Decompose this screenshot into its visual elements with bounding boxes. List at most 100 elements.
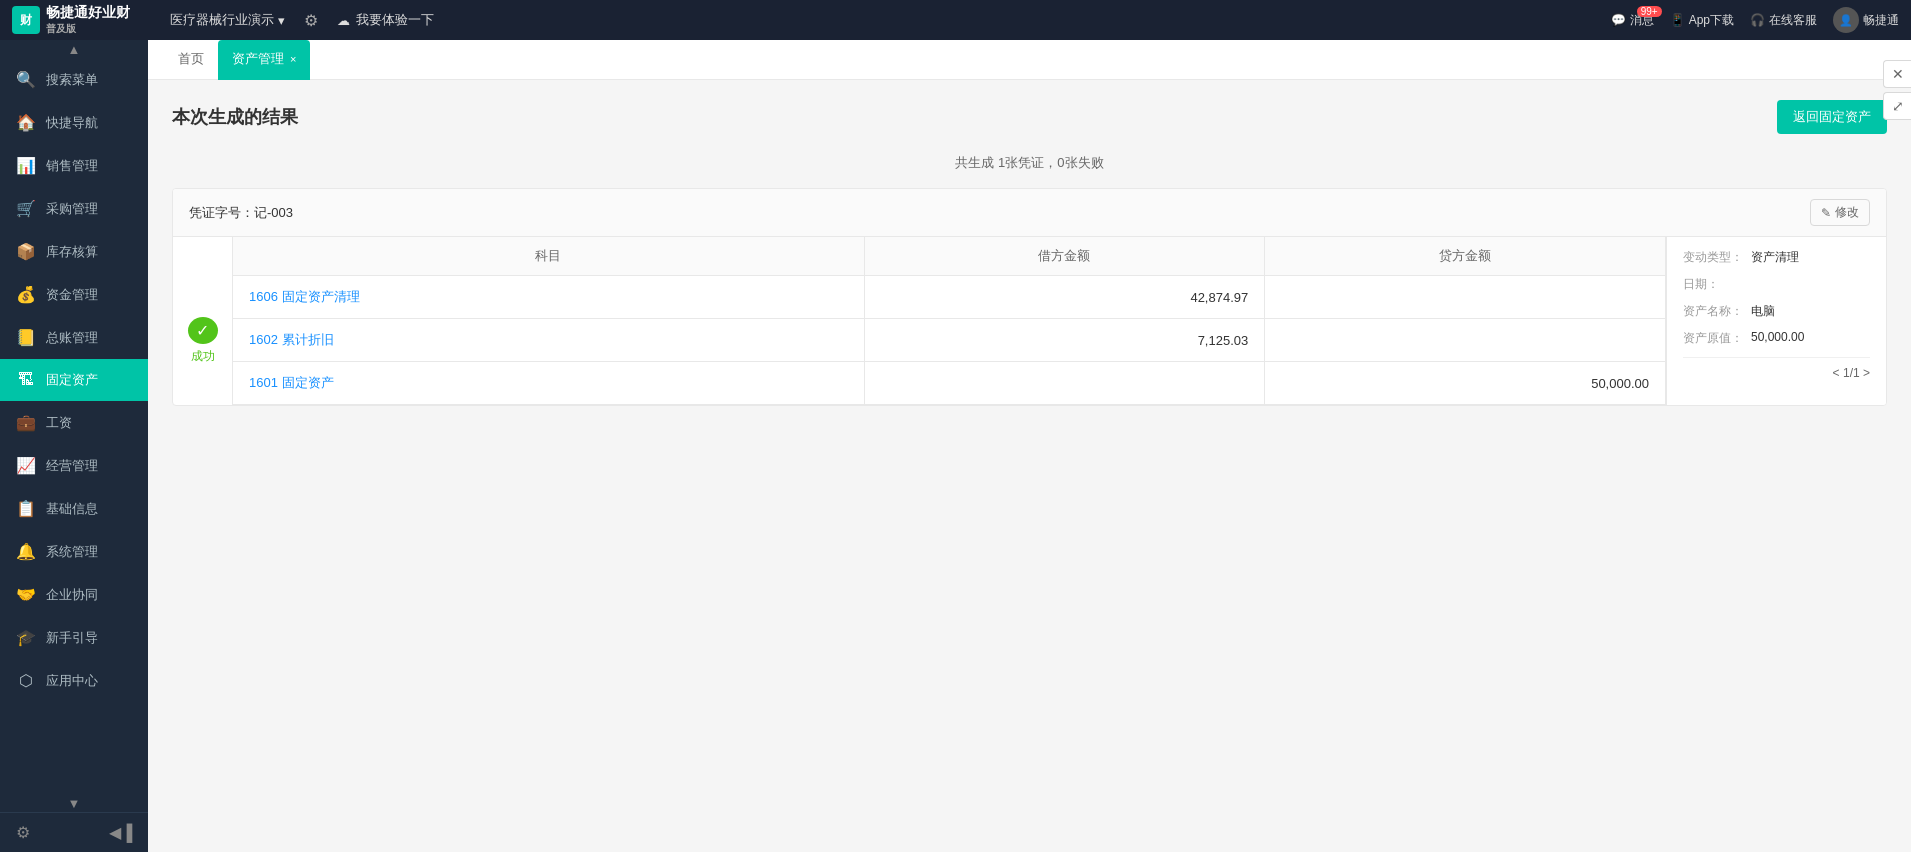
- basic-info-icon: 📋: [16, 499, 36, 518]
- message-badge: 99+: [1637, 6, 1662, 17]
- inventory-icon: 📦: [16, 242, 36, 261]
- page-header: 本次生成的结果 返回固定资产: [172, 100, 1887, 134]
- online-service-label: 在线客服: [1769, 12, 1817, 29]
- expand-panel-button[interactable]: ⤢: [1883, 92, 1911, 120]
- subject-cell: 1601 固定资产: [233, 362, 864, 405]
- edit-label: 修改: [1835, 204, 1859, 221]
- sidebar-item-ledger[interactable]: 📒 总账管理: [0, 316, 148, 359]
- panel-asset-value-row: 资产原值： 50,000.00: [1683, 330, 1870, 347]
- panel-date-row: 日期：: [1683, 276, 1870, 293]
- experience-label: 我要体验一下: [356, 11, 434, 29]
- tab-asset-mgmt-label: 资产管理: [232, 50, 284, 68]
- message-icon: 💬: [1611, 13, 1626, 27]
- sidebar-item-label: 销售管理: [46, 157, 98, 175]
- tab-home[interactable]: 首页: [164, 40, 218, 80]
- sidebar-item-app-center[interactable]: ⬡ 应用中心: [0, 659, 148, 702]
- user-info[interactable]: 👤 畅捷通: [1833, 7, 1899, 33]
- chevron-down-icon: ▾: [278, 13, 285, 28]
- ledger-icon: 📒: [16, 328, 36, 347]
- asset-value-label: 资产原值：: [1683, 330, 1743, 347]
- close-panel-button[interactable]: ✕: [1883, 60, 1911, 88]
- topbar-center: 医疗器械行业演示 ▾ ⚙ ☁ 我要体验一下: [170, 6, 1611, 34]
- avatar: 👤: [1833, 7, 1859, 33]
- topbar-right: 💬 消息 99+ 📱 App下载 🎧 在线客服 👤 畅捷通: [1611, 7, 1899, 33]
- sidebar-item-label: 应用中心: [46, 672, 98, 690]
- sidebar-item-fixed-assets[interactable]: 🏗 固定资产: [0, 359, 148, 401]
- credit-cell: [1265, 319, 1666, 362]
- table-row: 1601 固定资产 50,000.00: [233, 362, 1666, 405]
- sidebar-item-label: 库存核算: [46, 243, 98, 261]
- app-center-icon: ⬡: [16, 671, 36, 690]
- home-icon: 🏠: [16, 113, 36, 132]
- tab-home-label: 首页: [178, 50, 204, 68]
- tab-close-icon[interactable]: ×: [290, 53, 296, 65]
- sidebar-item-enterprise[interactable]: 🤝 企业协同: [0, 573, 148, 616]
- panel-pagination: < 1/1 >: [1683, 357, 1870, 380]
- guide-icon: 🎓: [16, 628, 36, 647]
- sidebar-item-sales[interactable]: 📊 销售管理: [0, 144, 148, 187]
- message-button[interactable]: 💬 消息 99+: [1611, 12, 1654, 29]
- subject-cell: 1602 累计折旧: [233, 319, 864, 362]
- sidebar-scroll-up[interactable]: ▲: [0, 40, 148, 58]
- return-fixed-assets-button[interactable]: 返回固定资产: [1777, 100, 1887, 134]
- sidebar-item-guide[interactable]: 🎓 新手引导: [0, 616, 148, 659]
- online-service-button[interactable]: 🎧 在线客服: [1750, 12, 1817, 29]
- sidebar-item-capital[interactable]: 💰 资金管理: [0, 273, 148, 316]
- sidebar-item-quick-nav[interactable]: 🏠 快捷导航: [0, 101, 148, 144]
- sidebar-item-label: 总账管理: [46, 329, 98, 347]
- voucher-table: 科目 借方金额 贷方金额 1606 固定资产清理 42,874.97: [233, 237, 1666, 405]
- date-label: 日期：: [1683, 276, 1719, 293]
- sidebar-item-inventory[interactable]: 📦 库存核算: [0, 230, 148, 273]
- sidebar-item-label: 固定资产: [46, 371, 98, 389]
- experience-button[interactable]: ☁ 我要体验一下: [337, 11, 434, 29]
- main-layout: ▲ 🔍 搜索菜单 🏠 快捷导航 📊 销售管理 🛒 采购管理 📦 库存核算: [0, 40, 1911, 852]
- pagination-info: 1/1: [1843, 366, 1863, 380]
- sidebar: ▲ 🔍 搜索菜单 🏠 快捷导航 📊 销售管理 🛒 采购管理 📦 库存核算: [0, 40, 148, 852]
- panel-change-type-row: 变动类型： 资产清理: [1683, 249, 1870, 266]
- gear-icon[interactable]: ⚙: [16, 823, 30, 842]
- edit-voucher-button[interactable]: ✎ 修改: [1810, 199, 1870, 226]
- change-type-value: 资产清理: [1751, 249, 1799, 266]
- sidebar-item-operation[interactable]: 📈 经营管理: [0, 444, 148, 487]
- operation-icon: 📈: [16, 456, 36, 475]
- sidebar-item-search[interactable]: 🔍 搜索菜单: [0, 58, 148, 101]
- fixed-assets-icon: 🏗: [16, 371, 36, 389]
- sidebar-item-label: 企业协同: [46, 586, 98, 604]
- logo-title: 畅捷通好业财: [46, 4, 130, 22]
- voucher-table-wrap: 科目 借方金额 贷方金额 1606 固定资产清理 42,874.97: [233, 237, 1666, 405]
- sidebar-item-system[interactable]: 🔔 系统管理: [0, 530, 148, 573]
- debit-cell: 42,874.97: [864, 276, 1265, 319]
- sidebar-item-salary[interactable]: 💼 工资: [0, 401, 148, 444]
- sidebar-item-label: 快捷导航: [46, 114, 98, 132]
- sidebar-item-label: 新手引导: [46, 629, 98, 647]
- purchase-icon: 🛒: [16, 199, 36, 218]
- logo-text-block: 畅捷通好业财 普及版: [46, 4, 130, 36]
- debit-cell: [864, 362, 1265, 405]
- credit-cell: 50,000.00: [1265, 362, 1666, 405]
- tabs-bar: 首页 资产管理 ×: [148, 40, 1911, 80]
- result-summary: 共生成 1张凭证，0张失败: [172, 154, 1887, 172]
- page-title: 本次生成的结果: [172, 105, 298, 129]
- sidebar-item-basic-info[interactable]: 📋 基础信息: [0, 487, 148, 530]
- subject-cell: 1606 固定资产清理: [233, 276, 864, 319]
- company-selector[interactable]: 医疗器械行业演示 ▾: [170, 11, 285, 29]
- sidebar-scroll-down[interactable]: ▼: [0, 794, 148, 812]
- table-row: 1606 固定资产清理 42,874.97: [233, 276, 1666, 319]
- settings-icon[interactable]: ⚙: [297, 6, 325, 34]
- download-icon: 📱: [1670, 13, 1685, 27]
- app-download-label: App下载: [1689, 12, 1734, 29]
- col-credit: 贷方金额: [1265, 237, 1666, 276]
- sidebar-item-label: 搜索菜单: [46, 71, 98, 89]
- pagination-prev[interactable]: <: [1833, 366, 1840, 380]
- collapse-icon[interactable]: ◀▐: [109, 823, 132, 842]
- sidebar-item-purchase[interactable]: 🛒 采购管理: [0, 187, 148, 230]
- logo-icon: 财: [12, 6, 40, 34]
- tab-asset-mgmt[interactable]: 资产管理 ×: [218, 40, 310, 80]
- pagination-next[interactable]: >: [1863, 366, 1870, 380]
- sidebar-nav: 🔍 搜索菜单 🏠 快捷导航 📊 销售管理 🛒 采购管理 📦 库存核算 💰: [0, 58, 148, 794]
- search-icon: 🔍: [16, 70, 36, 89]
- sidebar-bottom: ⚙ ◀▐: [0, 812, 148, 852]
- app-download-button[interactable]: 📱 App下载: [1670, 12, 1734, 29]
- sidebar-item-label: 采购管理: [46, 200, 98, 218]
- sales-icon: 📊: [16, 156, 36, 175]
